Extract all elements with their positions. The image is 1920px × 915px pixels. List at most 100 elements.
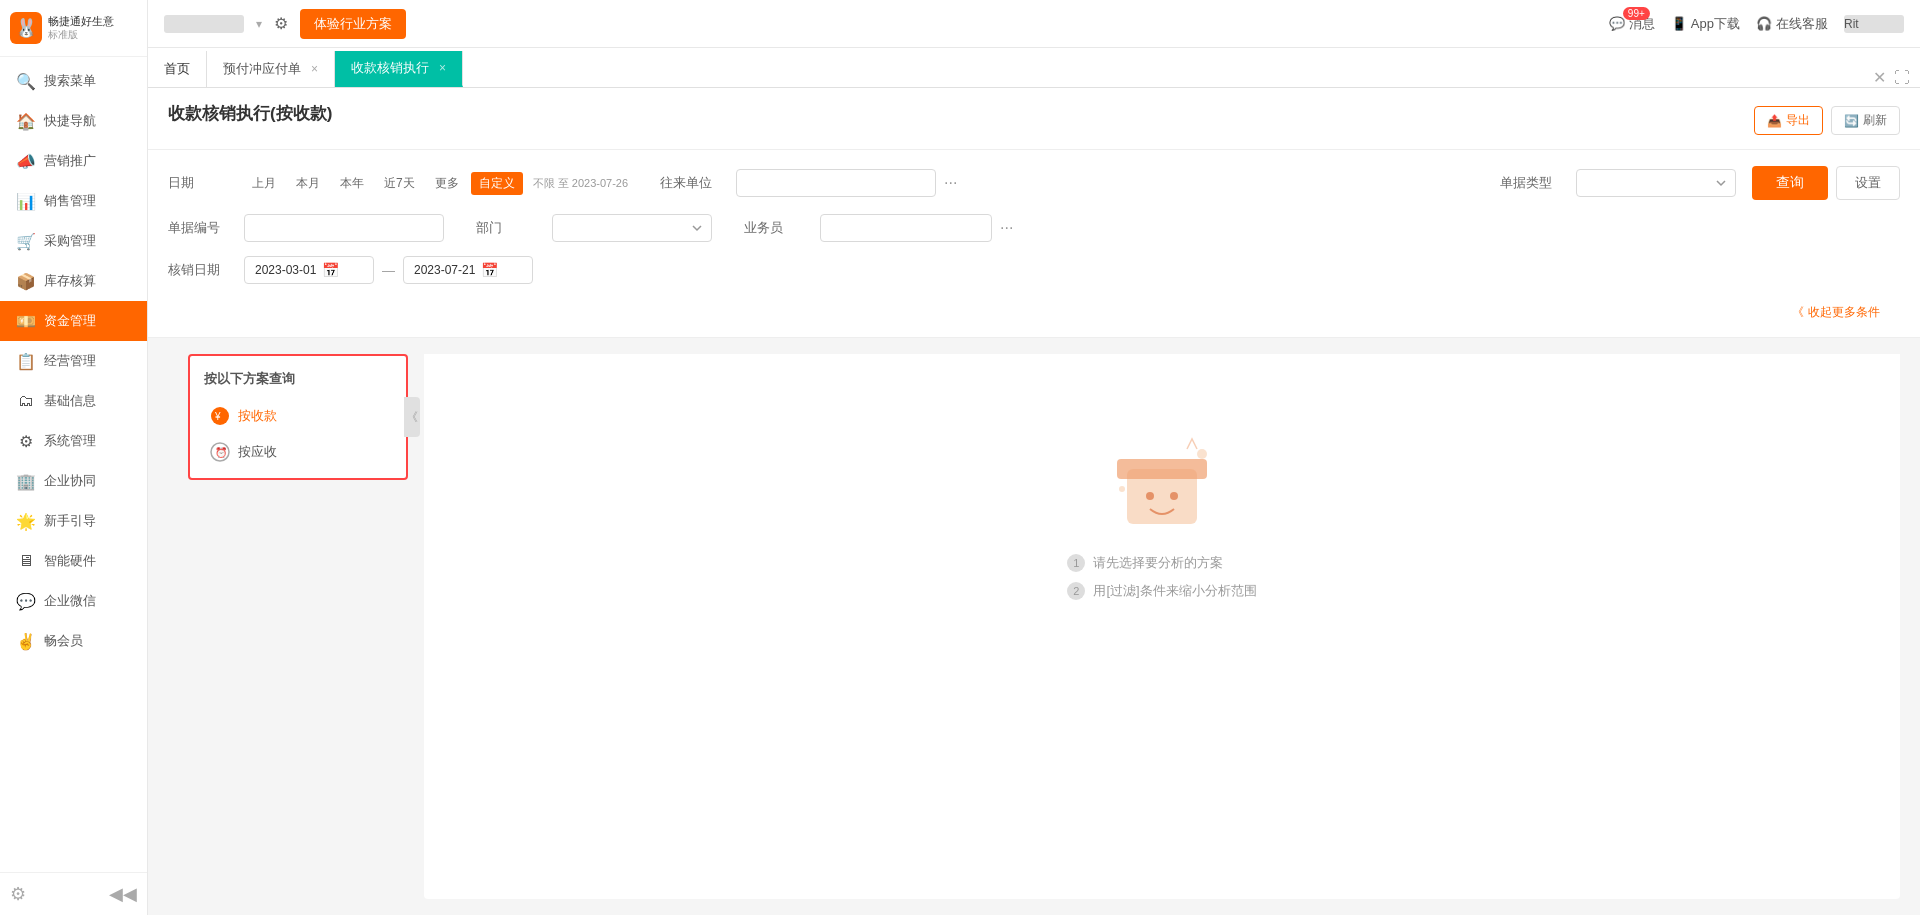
partner-dots[interactable]: ··· bbox=[944, 174, 957, 192]
date-btn-this-month[interactable]: 本月 bbox=[288, 172, 328, 195]
filter-by-collection[interactable]: ¥ 按收款 bbox=[190, 398, 406, 434]
export-icon: 📤 bbox=[1767, 114, 1782, 128]
service-icon: 🎧 bbox=[1756, 16, 1772, 31]
sidebar-item-business[interactable]: 📋 经营管理 bbox=[0, 341, 147, 381]
date-note: 不限 至 2023-07-26 bbox=[533, 176, 628, 191]
tip-num-2: 2 bbox=[1067, 582, 1085, 600]
page-actions: 📤 导出 🔄 刷新 bbox=[1754, 106, 1900, 135]
tabs-bar: 首页 预付冲应付单 × 收款核销执行 × ✕ ⛶ bbox=[148, 48, 1920, 88]
tab-collection[interactable]: 收款核销执行 × bbox=[335, 51, 463, 87]
date-btn-more[interactable]: 更多 bbox=[427, 172, 467, 195]
export-btn[interactable]: 📤 导出 bbox=[1754, 106, 1823, 135]
staff-input[interactable] bbox=[820, 214, 992, 242]
svg-point-6 bbox=[1146, 492, 1154, 500]
date-btn-7days[interactable]: 近7天 bbox=[376, 172, 423, 195]
date-btn-custom[interactable]: 自定义 bbox=[471, 172, 523, 195]
verify-date-end-field[interactable]: 2023-07-21 📅 bbox=[403, 256, 533, 284]
page-wrapper: 收款核销执行(按收款) 📤 导出 🔄 刷新 日期 上月 本月 bbox=[148, 88, 1920, 915]
collapse-left-btn[interactable]: 《 bbox=[404, 397, 420, 437]
dept-select[interactable] bbox=[552, 214, 712, 242]
home-icon: 🏠 bbox=[16, 111, 36, 131]
sidebar-item-marketing[interactable]: 📣 营销推广 bbox=[0, 141, 147, 181]
refresh-icon: 🔄 bbox=[1844, 114, 1859, 128]
date-btn-last-month[interactable]: 上月 bbox=[244, 172, 284, 195]
app-name: 畅捷通好生意 bbox=[48, 14, 114, 28]
topbar-dropdown-arrow[interactable]: ▾ bbox=[256, 17, 262, 31]
calendar-start-icon[interactable]: 📅 bbox=[322, 262, 339, 278]
date-btn-this-year[interactable]: 本年 bbox=[332, 172, 372, 195]
staff-dots[interactable]: ··· bbox=[1000, 219, 1013, 237]
user-name: Rit bbox=[1844, 17, 1859, 31]
refresh-btn[interactable]: 🔄 刷新 bbox=[1831, 106, 1900, 135]
inventory-icon: 📦 bbox=[16, 271, 36, 291]
sidebar-item-basic[interactable]: 🗂 基础信息 bbox=[0, 381, 147, 421]
topbar-service[interactable]: 🎧 在线客服 bbox=[1756, 15, 1828, 33]
topbar-gear-icon[interactable]: ⚙ bbox=[274, 14, 288, 33]
page-title: 收款核销执行(按收款) bbox=[168, 102, 332, 125]
business-icon: 📋 bbox=[16, 351, 36, 371]
content-area: 按以下方案查询 ¥ 按收款 bbox=[148, 338, 1920, 915]
svg-point-7 bbox=[1170, 492, 1178, 500]
tab-prepay-close[interactable]: × bbox=[311, 62, 318, 76]
svg-text:¥: ¥ bbox=[214, 411, 221, 422]
partner-label: 往来单位 bbox=[660, 174, 720, 192]
system-icon: ⚙ bbox=[16, 431, 36, 451]
date-dash: — bbox=[382, 263, 395, 278]
sidebar-item-guide[interactable]: 🌟 新手引导 bbox=[0, 501, 147, 541]
topbar-app-download[interactable]: 📱 App下载 bbox=[1671, 15, 1740, 33]
collapse-sidebar-icon[interactable]: ◀◀ bbox=[109, 883, 137, 905]
doc-no-input[interactable] bbox=[244, 214, 444, 242]
svg-point-8 bbox=[1197, 449, 1207, 459]
sidebar-item-system[interactable]: ⚙ 系统管理 bbox=[0, 421, 147, 461]
topbar-user[interactable]: Rit bbox=[1844, 15, 1904, 33]
sidebar-item-quick-nav[interactable]: 🏠 快捷导航 bbox=[0, 101, 147, 141]
app-icon: 📱 bbox=[1671, 16, 1687, 31]
expand-tab-icon[interactable]: ⛶ bbox=[1894, 69, 1910, 87]
sidebar-item-corp[interactable]: 🏢 企业协同 bbox=[0, 461, 147, 501]
sidebar: 🐰 畅捷通好生意 标准版 🔍 搜索菜单 🏠 快捷导航 📣 营销推广 📊 销售管理… bbox=[0, 0, 148, 915]
sidebar-item-member[interactable]: ✌ 畅会员 bbox=[0, 621, 147, 661]
empty-tips: 1 请先选择要分析的方案 2 用[过滤]条件来缩小分析范围 bbox=[1067, 554, 1256, 600]
left-filter-panel: 按以下方案查询 ¥ 按收款 bbox=[188, 354, 408, 480]
sidebar-item-purchase[interactable]: 🛒 采购管理 bbox=[0, 221, 147, 261]
setting-btn[interactable]: 设置 bbox=[1836, 166, 1900, 200]
sidebar-item-wechat[interactable]: 💬 企业微信 bbox=[0, 581, 147, 621]
basic-icon: 🗂 bbox=[16, 391, 36, 411]
empty-illustration bbox=[1102, 434, 1222, 534]
doc-no-label: 单据编号 bbox=[168, 219, 228, 237]
industry-btn[interactable]: 体验行业方案 bbox=[300, 9, 406, 39]
query-btn[interactable]: 查询 bbox=[1752, 166, 1828, 200]
collapse-more-btn[interactable]: 《 收起更多条件 bbox=[168, 298, 1900, 327]
partner-input[interactable] bbox=[736, 169, 936, 197]
sidebar-item-search[interactable]: 🔍 搜索菜单 bbox=[0, 61, 147, 101]
tip-num-1: 1 bbox=[1067, 554, 1085, 572]
empty-tip-1: 1 请先选择要分析的方案 bbox=[1067, 554, 1256, 572]
app-sub: 标准版 bbox=[48, 28, 114, 42]
sidebar-item-finance[interactable]: 💴 资金管理 bbox=[0, 301, 147, 341]
tabs-right-controls: ✕ ⛶ bbox=[1863, 68, 1920, 87]
topbar-logo bbox=[164, 15, 244, 33]
collection-icon: ¥ bbox=[210, 406, 230, 426]
verify-date-start-field[interactable]: 2023-03-01 📅 bbox=[244, 256, 374, 284]
main-content: ▾ ⚙ 体验行业方案 💬 消息 99+ 📱 App下载 🎧 在线客服 Rit bbox=[148, 0, 1920, 915]
filter-by-receivable[interactable]: ⏰ 按应收 bbox=[190, 434, 406, 470]
filter-row-3: 核销日期 2023-03-01 📅 — 2023-07-21 📅 bbox=[168, 256, 1900, 284]
sidebar-nav: 🔍 搜索菜单 🏠 快捷导航 📣 营销推广 📊 销售管理 🛒 采购管理 📦 库存核… bbox=[0, 57, 147, 872]
sidebar-item-inventory[interactable]: 📦 库存核算 bbox=[0, 261, 147, 301]
tab-home[interactable]: 首页 bbox=[148, 51, 207, 87]
left-filter-wrapper: 按以下方案查询 ¥ 按收款 bbox=[168, 354, 408, 899]
doc-type-label: 单据类型 bbox=[1500, 174, 1560, 192]
tab-collection-close[interactable]: × bbox=[439, 61, 446, 75]
calendar-end-icon[interactable]: 📅 bbox=[481, 262, 498, 278]
doc-type-select[interactable] bbox=[1576, 169, 1736, 197]
settings-icon[interactable]: ⚙ bbox=[10, 883, 26, 905]
results-area: 1 请先选择要分析的方案 2 用[过滤]条件来缩小分析范围 bbox=[424, 354, 1900, 899]
left-filter-title: 按以下方案查询 bbox=[190, 364, 406, 398]
topbar-messages[interactable]: 💬 消息 99+ bbox=[1609, 15, 1655, 33]
sidebar-item-sales[interactable]: 📊 销售管理 bbox=[0, 181, 147, 221]
sidebar-item-hardware[interactable]: 🖥 智能硬件 bbox=[0, 541, 147, 581]
corp-icon: 🏢 bbox=[16, 471, 36, 491]
close-tab-icon[interactable]: ✕ bbox=[1873, 68, 1886, 87]
tab-prepay[interactable]: 预付冲应付单 × bbox=[207, 51, 335, 87]
marketing-icon: 📣 bbox=[16, 151, 36, 171]
